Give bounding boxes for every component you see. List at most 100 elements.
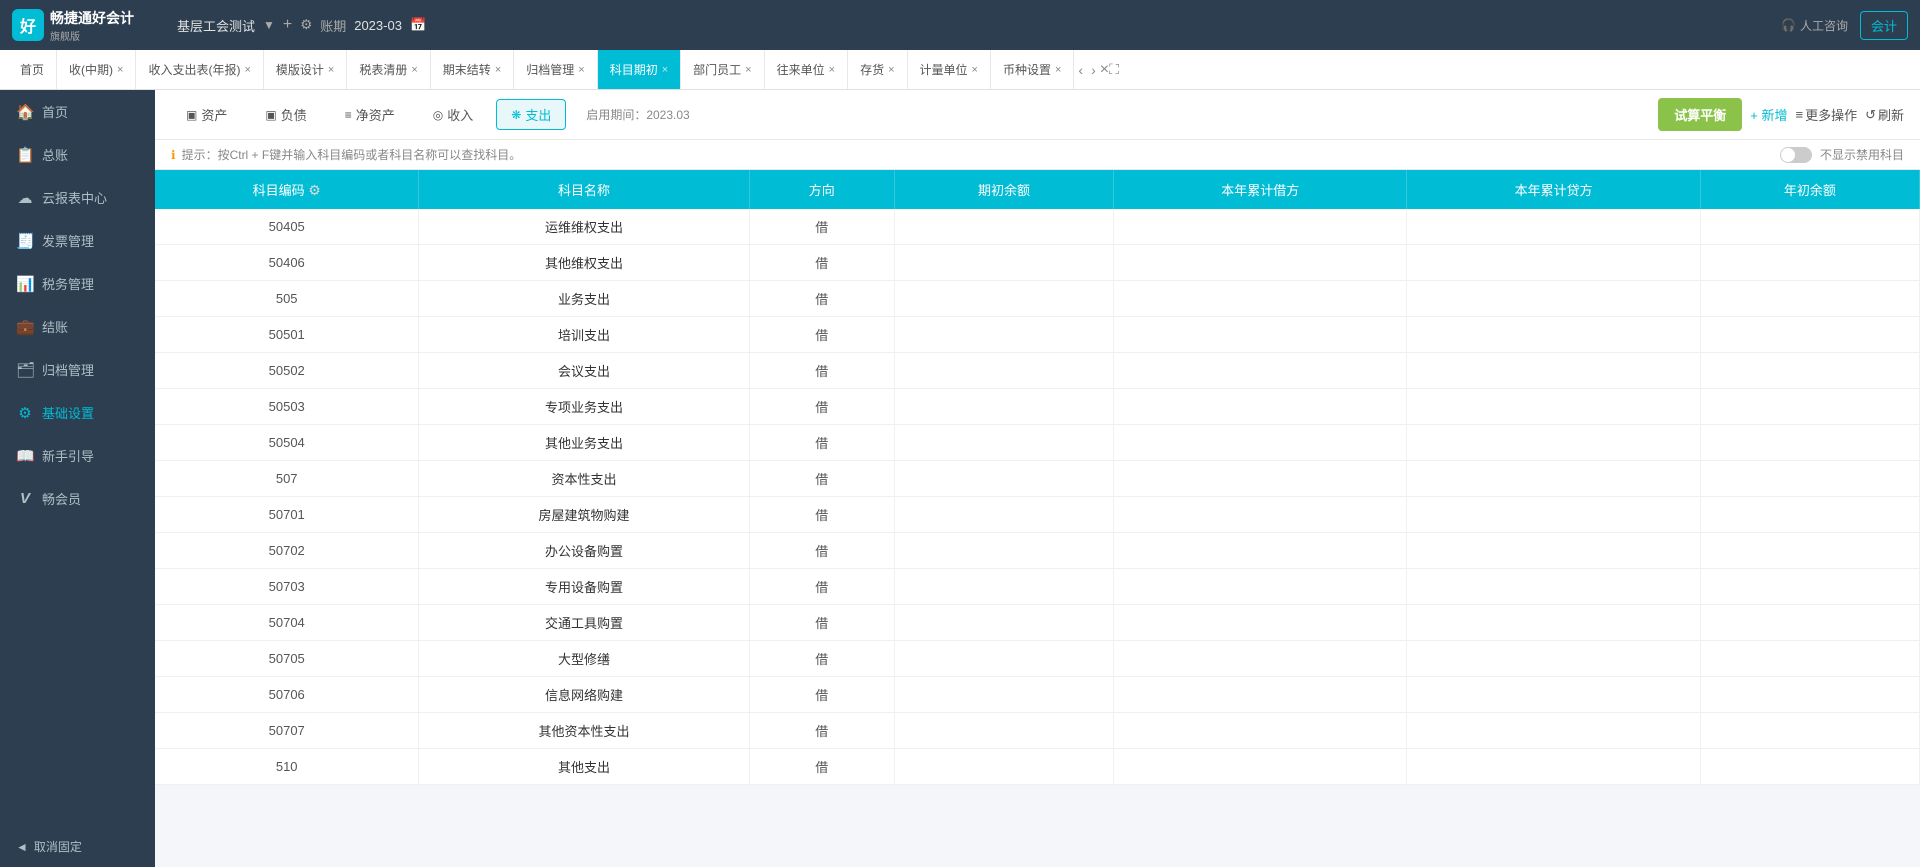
sidebar-tax-label: 税务管理 xyxy=(42,274,94,293)
tab-maximize-button[interactable]: ⛶ xyxy=(1109,61,1119,78)
cell-ytd-debit xyxy=(1114,209,1407,245)
refresh-icon: ↺ xyxy=(1865,107,1876,123)
table-row[interactable]: 50705 大型修缮 借 xyxy=(155,641,1920,677)
sidebar-item-settings[interactable]: ⚙ 基础设置 xyxy=(0,391,155,434)
table-row[interactable]: 50504 其他业务支出 借 xyxy=(155,425,1920,461)
tab-mid-period[interactable]: 收(中期) × xyxy=(57,50,136,90)
period-value: 2023-03 xyxy=(354,18,402,33)
tab-inventory-close[interactable]: × xyxy=(888,64,894,76)
cell-ytd-credit xyxy=(1407,605,1700,641)
filter-tab-net-asset[interactable]: ≡ 净资产 xyxy=(330,99,410,130)
kuaiji-button[interactable]: 会计 xyxy=(1860,11,1908,40)
tab-next-button[interactable]: › xyxy=(1087,62,1100,78)
col-code-settings-icon[interactable]: ⚙ xyxy=(308,182,321,198)
add-company-button[interactable]: + xyxy=(283,16,292,34)
more-actions-button[interactable]: ≡ 更多操作 xyxy=(1795,105,1857,124)
table-row[interactable]: 50503 专项业务支出 借 xyxy=(155,389,1920,425)
cell-ytd-debit xyxy=(1114,389,1407,425)
table-row[interactable]: 50706 信息网络购建 借 xyxy=(155,677,1920,713)
tab-period-end-label: 期末结转 xyxy=(443,61,491,78)
tab-tax-summary-label: 税表清册 xyxy=(359,61,407,78)
cell-dir: 借 xyxy=(749,569,894,605)
tab-counterparty-close[interactable]: × xyxy=(829,64,835,76)
table-row[interactable]: 50707 其他资本性支出 借 xyxy=(155,713,1920,749)
cell-period-bal xyxy=(894,389,1113,425)
tab-mid-period-close[interactable]: × xyxy=(117,64,123,76)
table-row[interactable]: 50406 其他维权支出 借 xyxy=(155,245,1920,281)
sidebar-item-invoice[interactable]: 🧾 发票管理 xyxy=(0,219,155,262)
disable-toggle[interactable] xyxy=(1780,147,1812,163)
tab-subject-init-close[interactable]: × xyxy=(662,64,668,76)
filter-tab-asset[interactable]: ▣ 资产 xyxy=(171,99,242,130)
tab-inventory[interactable]: 存货 × xyxy=(848,50,907,90)
cell-name: 业务支出 xyxy=(419,281,749,317)
tab-currency[interactable]: 币种设置 × xyxy=(991,50,1074,90)
table-row[interactable]: 510 其他支出 借 xyxy=(155,749,1920,785)
table-row[interactable]: 50701 房屋建筑物购建 借 xyxy=(155,497,1920,533)
cell-year-bal xyxy=(1700,209,1919,245)
filter-tab-expense[interactable]: ❋ 支出 xyxy=(496,99,566,130)
tab-income-annual[interactable]: 收入支出表(年报) × xyxy=(136,50,263,90)
cell-ytd-debit xyxy=(1114,281,1407,317)
table-row[interactable]: 50702 办公设备购置 借 xyxy=(155,533,1920,569)
table-row[interactable]: 50703 专用设备购置 借 xyxy=(155,569,1920,605)
sidebar-item-archive[interactable]: 🗂 归档管理 xyxy=(0,348,155,391)
settings-gear-button[interactable]: ⚙ xyxy=(300,17,312,33)
tab-home[interactable]: 首页 xyxy=(8,50,57,90)
sidebar-item-member[interactable]: V 畅会员 xyxy=(0,477,155,520)
cell-ytd-debit xyxy=(1114,569,1407,605)
tab-measure-unit[interactable]: 计量单位 × xyxy=(908,50,991,90)
tab-counterparty[interactable]: 往来单位 × xyxy=(765,50,848,90)
refresh-button[interactable]: ↺ 刷新 xyxy=(1865,105,1904,124)
filter-tab-income[interactable]: ◎ 收入 xyxy=(418,99,489,130)
sidebar-item-home[interactable]: 🏠 首页 xyxy=(0,90,155,133)
filter-tab-asset-label: 资产 xyxy=(201,105,227,124)
filter-tab-liability[interactable]: ▣ 负债 xyxy=(250,99,321,130)
cell-dir: 借 xyxy=(749,497,894,533)
closing-icon: 💼 xyxy=(16,318,34,336)
tab-dept-staff[interactable]: 部门员工 × xyxy=(681,50,764,90)
tab-tax-summary[interactable]: 税表清册 × xyxy=(347,50,430,90)
table-row[interactable]: 50704 交通工具购置 借 xyxy=(155,605,1920,641)
tab-template-design-close[interactable]: × xyxy=(328,64,334,76)
tab-dept-staff-close[interactable]: × xyxy=(745,64,751,76)
company-dropdown-button[interactable]: ▼ xyxy=(263,18,275,32)
sidebar-invoice-label: 发票管理 xyxy=(42,231,94,250)
tab-subject-init[interactable]: 科目期初 × xyxy=(598,50,681,90)
table-row[interactable]: 50501 培训支出 借 xyxy=(155,317,1920,353)
col-header-dir: 方向 xyxy=(749,170,894,209)
table-row[interactable]: 507 资本性支出 借 xyxy=(155,461,1920,497)
tab-archive-close[interactable]: × xyxy=(578,64,584,76)
sidebar-item-tax[interactable]: 📊 税务管理 xyxy=(0,262,155,305)
sidebar-item-reports[interactable]: ☁ 云报表中心 xyxy=(0,176,155,219)
tab-tax-summary-close[interactable]: × xyxy=(411,64,417,76)
cell-period-bal xyxy=(894,641,1113,677)
cell-name: 专项业务支出 xyxy=(419,389,749,425)
tab-currency-close[interactable]: × xyxy=(1055,64,1061,76)
tab-template-design[interactable]: 模版设计 × xyxy=(264,50,347,90)
calc-balance-button[interactable]: 试算平衡 xyxy=(1658,98,1742,131)
tab-inventory-label: 存货 xyxy=(860,61,884,78)
calendar-icon[interactable]: 📅 xyxy=(410,17,426,33)
table-row[interactable]: 50502 会议支出 借 xyxy=(155,353,1920,389)
app-name-area: 畅捷通好会计 旗舰版 xyxy=(50,8,134,43)
tab-close-all-button[interactable]: × xyxy=(1100,61,1109,79)
sidebar-item-closing[interactable]: 💼 结账 xyxy=(0,305,155,348)
table-row[interactable]: 50405 运维维权支出 借 xyxy=(155,209,1920,245)
sidebar-item-guide[interactable]: 📖 新手引导 xyxy=(0,434,155,477)
add-record-button[interactable]: + 新增 xyxy=(1750,105,1787,124)
more-label: 更多操作 xyxy=(1805,105,1857,124)
tab-income-annual-close[interactable]: × xyxy=(244,64,250,76)
table-row[interactable]: 505 业务支出 借 xyxy=(155,281,1920,317)
tab-archive[interactable]: 归档管理 × xyxy=(514,50,597,90)
tab-prev-button[interactable]: ‹ xyxy=(1074,62,1087,78)
tab-period-end[interactable]: 期末结转 × xyxy=(431,50,514,90)
cell-period-bal xyxy=(894,425,1113,461)
tab-counterparty-label: 往来单位 xyxy=(777,61,825,78)
sidebar-item-ledger[interactable]: 📋 总账 xyxy=(0,133,155,176)
service-button[interactable]: 🎧 人工咨询 xyxy=(1781,17,1848,34)
hint-icon: ℹ xyxy=(171,148,176,162)
tab-measure-unit-close[interactable]: × xyxy=(972,64,978,76)
sidebar-pin-toggle[interactable]: ◄ 取消固定 xyxy=(0,826,155,867)
tab-period-end-close[interactable]: × xyxy=(495,64,501,76)
